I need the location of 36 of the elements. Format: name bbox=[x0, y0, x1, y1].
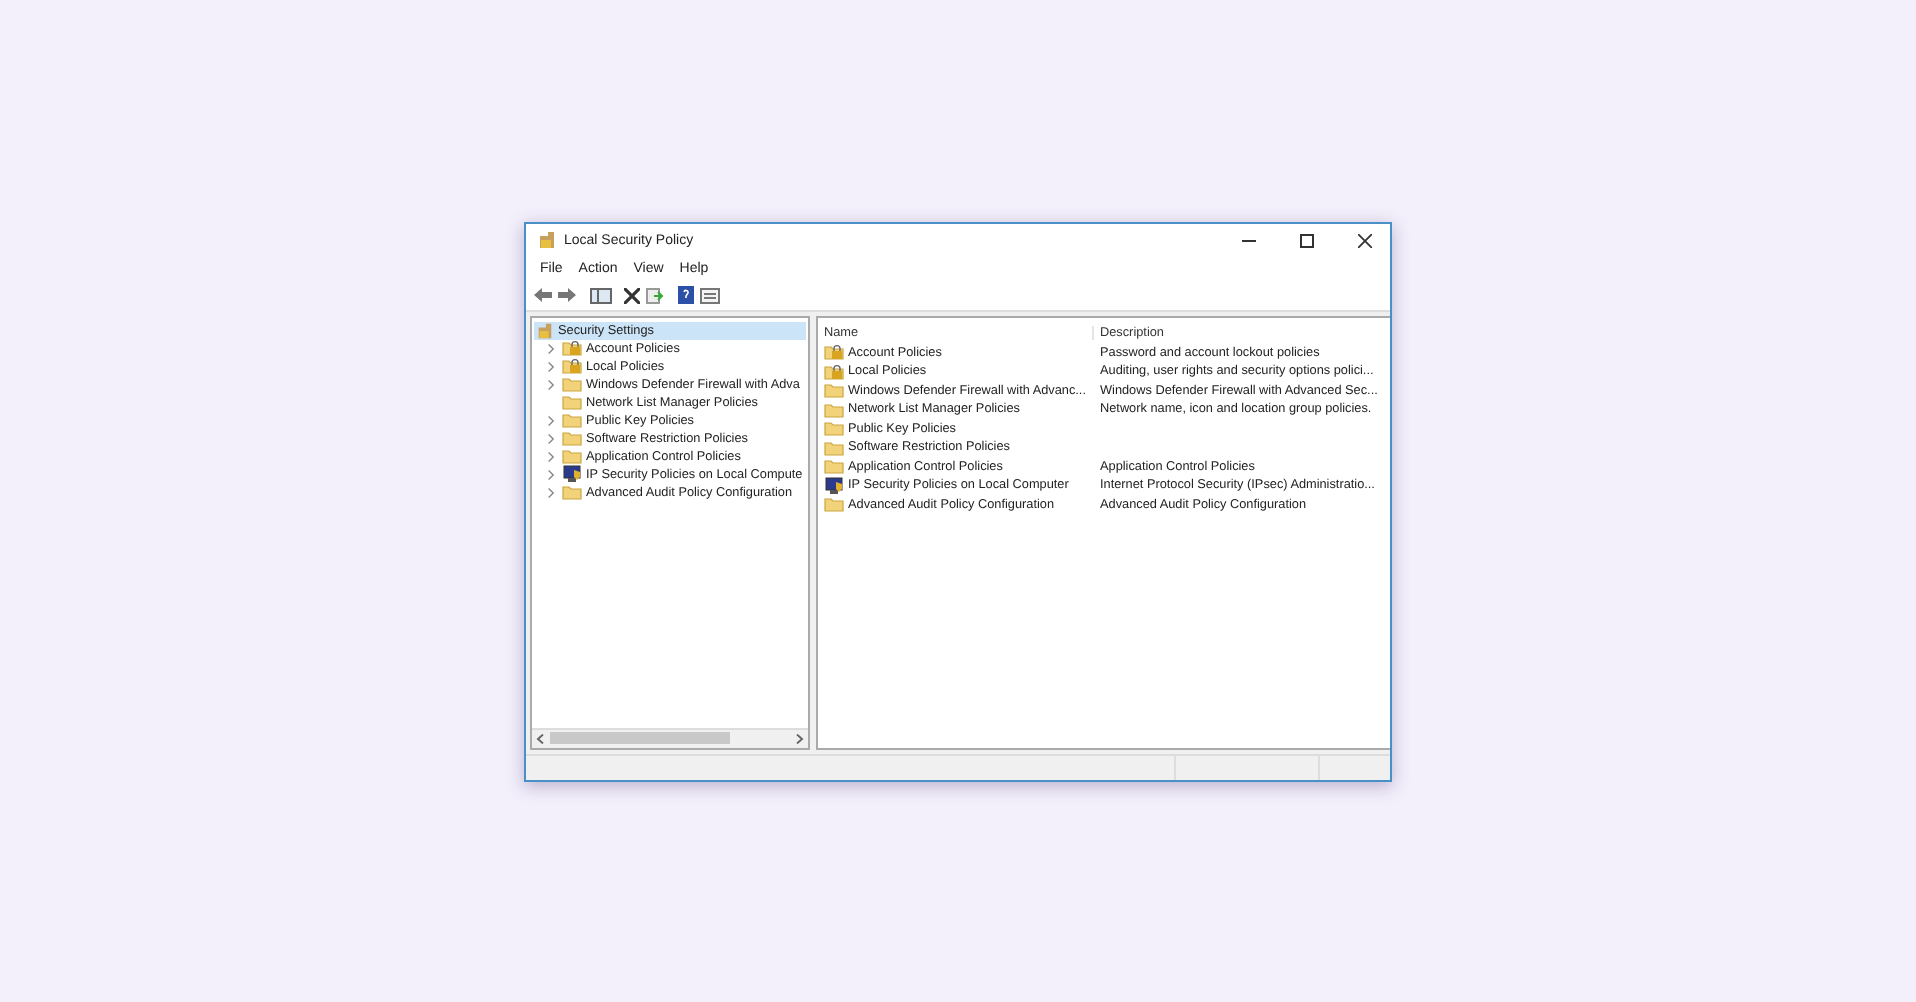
locked-folder-icon bbox=[562, 356, 582, 376]
folder-icon bbox=[824, 418, 844, 439]
export-icon[interactable] bbox=[646, 286, 664, 304]
locked-folder-icon bbox=[824, 342, 844, 363]
chevron-right-icon[interactable] bbox=[547, 451, 553, 461]
chevron-right-icon[interactable] bbox=[547, 415, 553, 425]
chevron-right-icon[interactable] bbox=[547, 469, 553, 479]
properties-icon[interactable] bbox=[700, 287, 720, 303]
minimize-icon bbox=[1242, 239, 1256, 241]
console-tree-icon[interactable] bbox=[590, 287, 612, 303]
scroll-right-icon[interactable] bbox=[796, 733, 804, 743]
delete-icon[interactable] bbox=[624, 287, 640, 303]
maximize-icon bbox=[1300, 233, 1314, 247]
computer-shield-icon bbox=[562, 464, 582, 484]
chevron-right-icon[interactable] bbox=[547, 361, 553, 371]
locked-folder-icon bbox=[824, 361, 844, 382]
policy-icon bbox=[536, 321, 554, 339]
folder-icon bbox=[824, 380, 844, 401]
chevron-right-icon[interactable] bbox=[547, 379, 553, 389]
locked-folder-icon bbox=[562, 338, 582, 358]
folder-icon bbox=[824, 437, 844, 458]
policy-icon bbox=[538, 230, 556, 250]
folder-icon bbox=[824, 456, 844, 477]
scrollbar-thumb[interactable] bbox=[550, 732, 730, 744]
back-arrow-icon[interactable] bbox=[534, 288, 552, 302]
computer-shield-icon bbox=[824, 475, 844, 496]
chevron-right-icon[interactable] bbox=[547, 433, 553, 443]
chevron-right-icon[interactable] bbox=[547, 487, 553, 497]
chevron-right-icon[interactable] bbox=[547, 343, 553, 353]
scroll-left-icon[interactable] bbox=[536, 733, 544, 743]
forward-arrow-icon[interactable] bbox=[558, 288, 576, 302]
horizontal-scrollbar[interactable] bbox=[532, 727, 808, 747]
close-icon bbox=[1358, 233, 1372, 247]
help-icon[interactable] bbox=[678, 286, 694, 304]
folder-icon bbox=[824, 399, 844, 420]
folder-icon bbox=[824, 494, 844, 515]
